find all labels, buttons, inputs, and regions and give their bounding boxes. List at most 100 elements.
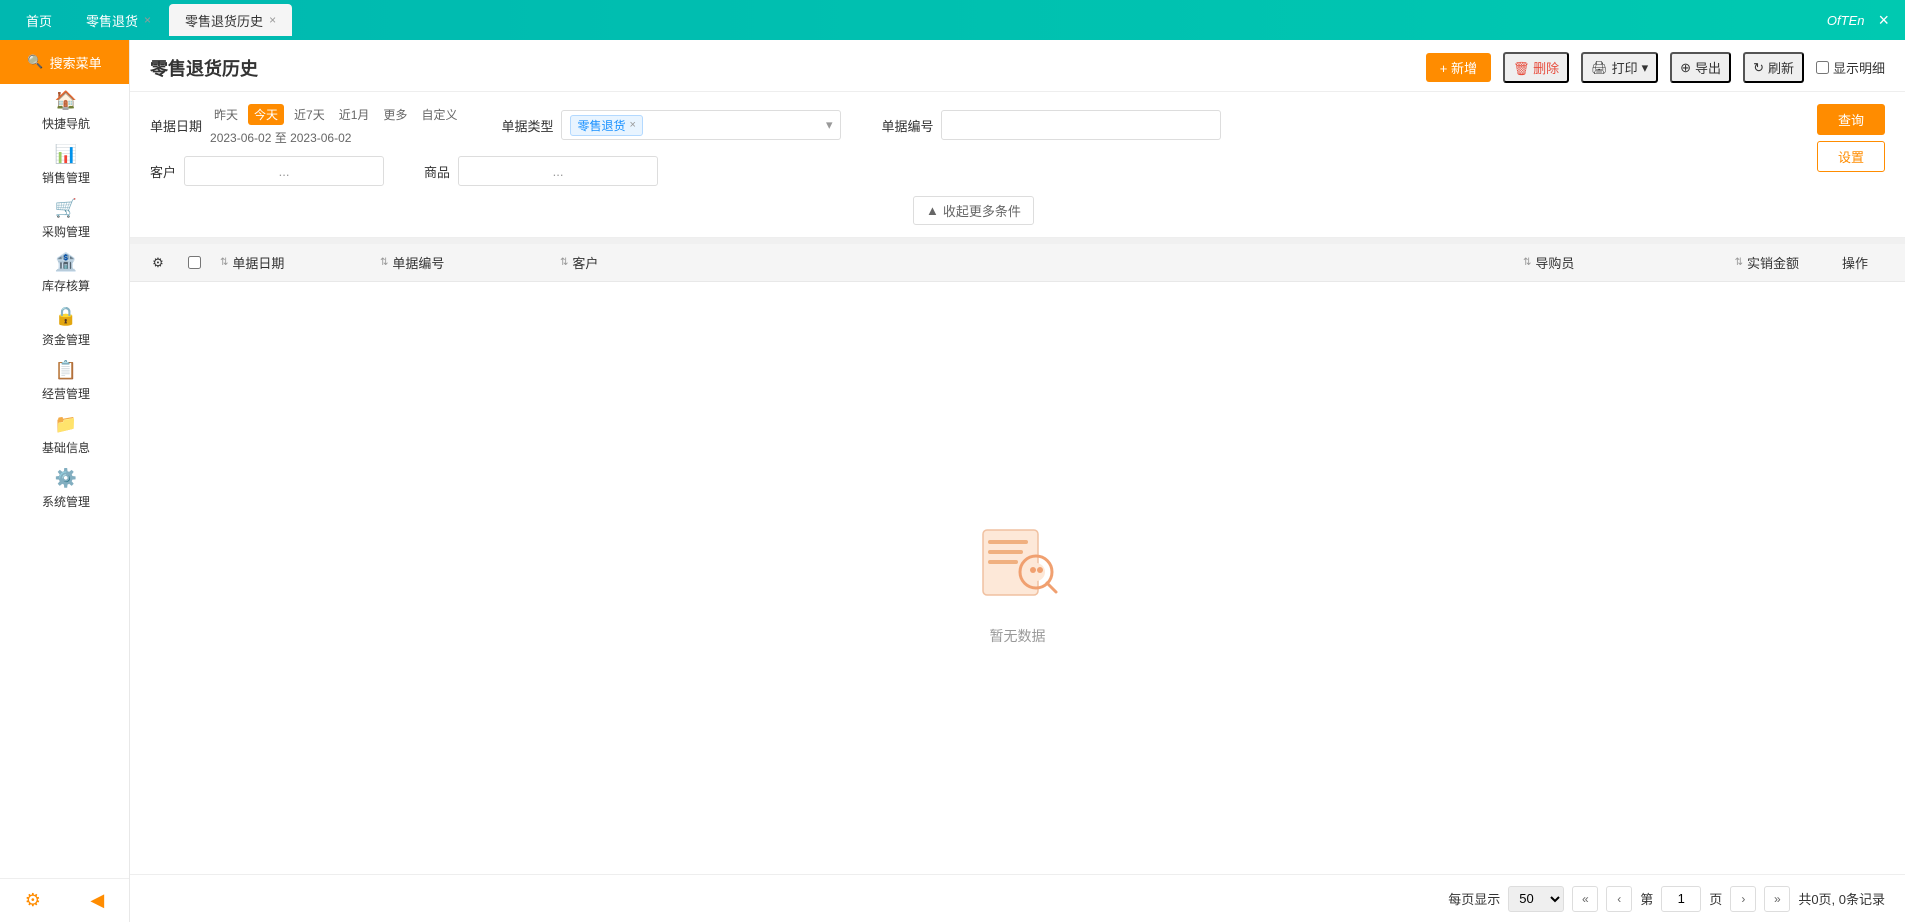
date-filter-label: 单据日期 (150, 116, 202, 135)
page-unit: 页 (1709, 889, 1722, 908)
top-close-button[interactable]: × (1872, 10, 1895, 31)
type-tag-remove[interactable]: × (629, 119, 635, 131)
goods-filter-button[interactable]: ... (458, 156, 658, 186)
sidebar-item-inventory-label: 库存核算 (42, 277, 90, 294)
sidebar-item-operation-mgmt[interactable]: 📋 经营管理 (0, 354, 129, 408)
sidebar-item-basic-info-label: 基础信息 (42, 439, 90, 456)
close-retail-return-icon[interactable]: × (144, 13, 151, 27)
show-detail-label[interactable]: 显示明细 (1816, 58, 1885, 77)
refresh-button[interactable]: ↻ 刷新 (1743, 52, 1804, 83)
tab-retail-return-history-label: 零售退货历史 (185, 11, 263, 30)
filter-row-1: 单据日期 昨天 今天 近7天 近1月 更多 自定义 2 (150, 104, 1797, 146)
pagination: 每页显示 10 20 50 100 « ‹ 第 页 › » 共0页, 0条记录 (130, 874, 1905, 922)
sales-mgmt-icon: 📊 (55, 144, 77, 165)
table-select-all[interactable] (176, 256, 212, 269)
th-customer-label: 客户 (572, 253, 598, 272)
new-button[interactable]: + 新增 (1426, 53, 1491, 82)
empty-text: 暂无数据 (990, 626, 1046, 646)
sidebar-item-system-mgmt-label: 系统管理 (42, 493, 90, 510)
last-page-button[interactable]: » (1764, 886, 1790, 912)
query-setting-group: 查询 设置 (1817, 104, 1885, 172)
sidebar-item-finance-mgmt[interactable]: 🔒 资金管理 (0, 300, 129, 354)
export-button[interactable]: ⊕ 导出 (1670, 52, 1731, 83)
date-shortcut-today[interactable]: 今天 (248, 104, 284, 125)
print-button[interactable]: 🖨 打印 ▾ (1581, 52, 1658, 83)
th-date[interactable]: ⇅ 单据日期 (212, 253, 372, 272)
sidebar-item-operation-mgmt-label: 经营管理 (42, 385, 90, 402)
th-amount[interactable]: ⇅ 实销金额 (1675, 253, 1815, 272)
show-detail-checkbox[interactable] (1816, 61, 1829, 74)
th-action: 操作 (1815, 253, 1895, 272)
per-page-select[interactable]: 10 20 50 100 (1508, 886, 1564, 912)
search-menu-button[interactable]: 🔍 搜索菜单 (0, 40, 129, 84)
sidebar-item-sales-mgmt-label: 销售管理 (42, 169, 90, 186)
sidebar-item-inventory[interactable]: 🏦 库存核算 (0, 246, 129, 300)
sidebar-item-system-mgmt[interactable]: ⚙️ 系统管理 (0, 462, 129, 516)
inventory-icon: 🏦 (55, 252, 77, 273)
print-label: 打印 (1612, 58, 1638, 77)
sidebar: 🔍 搜索菜单 🏠 快捷导航 📊 销售管理 🛒 采购管理 🏦 库存核算 🔒 (0, 40, 130, 922)
no-filter-input[interactable] (941, 110, 1221, 140)
show-detail-text: 显示明细 (1833, 58, 1885, 77)
th-action-label: 操作 (1842, 253, 1868, 272)
sidebar-settings-button[interactable]: ⚙ (25, 890, 41, 911)
delete-button[interactable]: 🗑 删除 (1503, 52, 1569, 83)
th-date-label: 单据日期 (232, 253, 284, 272)
sidebar-item-quick-nav[interactable]: 🏠 快捷导航 (0, 84, 129, 138)
th-customer[interactable]: ⇅ 客户 (552, 253, 1515, 272)
query-button[interactable]: 查询 (1817, 104, 1885, 135)
search-menu-label: 搜索菜单 (50, 53, 102, 72)
top-tabs: 首页 零售退货 × 零售退货历史 × (10, 4, 1827, 36)
table-area: ⚙ ⇅ 单据日期 ⇅ 单据编号 ⇅ 客户 ⇅ 导购员 (130, 244, 1905, 922)
close-retail-return-history-icon[interactable]: × (269, 13, 276, 27)
purchase-mgmt-icon: 🛒 (55, 198, 77, 219)
prev-page-button[interactable]: ‹ (1606, 886, 1632, 912)
tab-retail-return-history[interactable]: 零售退货历史 × (169, 4, 292, 36)
table-header: ⚙ ⇅ 单据日期 ⇅ 单据编号 ⇅ 客户 ⇅ 导购员 (130, 244, 1905, 282)
date-shortcut-7days[interactable]: 近7天 (290, 104, 329, 125)
th-no[interactable]: ⇅ 单据编号 (372, 253, 552, 272)
tab-retail-return[interactable]: 零售退货 × (70, 4, 167, 36)
sidebar-item-sales-mgmt[interactable]: 📊 销售管理 (0, 138, 129, 192)
no-filter-label: 单据编号 (881, 116, 933, 135)
type-tag: 零售退货 × (570, 115, 642, 136)
sidebar-item-purchase-mgmt[interactable]: 🛒 采购管理 (0, 192, 129, 246)
type-select[interactable]: 零售退货 × ▾ (561, 110, 841, 140)
filter-setting-button[interactable]: 设置 (1817, 141, 1885, 172)
type-filter-group: 单据类型 零售退货 × ▾ (501, 110, 841, 140)
sidebar-item-quick-nav-label: 快捷导航 (42, 115, 90, 132)
collapse-label: 收起更多条件 (943, 201, 1021, 220)
sidebar-item-finance-mgmt-label: 资金管理 (42, 331, 90, 348)
refresh-icon: ↻ (1753, 60, 1764, 76)
tab-home[interactable]: 首页 (10, 4, 68, 36)
search-icon: 🔍 (27, 54, 43, 70)
sidebar-item-basic-info[interactable]: 📁 基础信息 (0, 408, 129, 462)
date-shortcuts: 昨天 今天 近7天 近1月 更多 自定义 (210, 104, 461, 125)
date-shortcut-custom[interactable]: 自定义 (417, 104, 461, 125)
filter-row-2: 客户 ... 商品 ... (150, 156, 1797, 186)
per-page-label: 每页显示 (1448, 889, 1500, 908)
customer-filter-button[interactable]: ... (184, 156, 384, 186)
refresh-label: 刷新 (1768, 58, 1794, 77)
basic-info-icon: 📁 (55, 414, 77, 435)
th-guide-label: 导购员 (1535, 253, 1574, 272)
first-page-button[interactable]: « (1572, 886, 1598, 912)
page-header: 零售退货历史 + 新增 🗑 删除 🖨 打印 ▾ ⊕ 导出 ↻ 刷新 (130, 40, 1905, 92)
next-page-button[interactable]: › (1730, 886, 1756, 912)
table-settings-icon[interactable]: ⚙ (140, 255, 176, 271)
th-guide[interactable]: ⇅ 导购员 (1515, 253, 1675, 272)
customer-filter-label: 客户 (150, 162, 176, 181)
type-chevron-icon: ▾ (826, 117, 833, 133)
date-shortcut-1month[interactable]: 近1月 (335, 104, 374, 125)
collapse-button[interactable]: ▲ 收起更多条件 (913, 196, 1034, 225)
toolbar: + 新增 🗑 删除 🖨 打印 ▾ ⊕ 导出 ↻ 刷新 显示明细 (1426, 52, 1885, 83)
no-filter-group: 单据编号 (881, 110, 1221, 140)
total-info: 共0页, 0条记录 (1798, 889, 1885, 908)
date-shortcut-yesterday[interactable]: 昨天 (210, 104, 242, 125)
select-all-checkbox[interactable] (188, 256, 201, 269)
sidebar-items: 🏠 快捷导航 📊 销售管理 🛒 采购管理 🏦 库存核算 🔒 资金管理 📋 (0, 84, 129, 878)
sidebar-collapse-button[interactable]: ◀ (90, 890, 104, 911)
type-tag-text: 零售退货 (577, 117, 625, 134)
date-shortcut-more[interactable]: 更多 (379, 104, 411, 125)
page-number-input[interactable] (1661, 886, 1701, 912)
